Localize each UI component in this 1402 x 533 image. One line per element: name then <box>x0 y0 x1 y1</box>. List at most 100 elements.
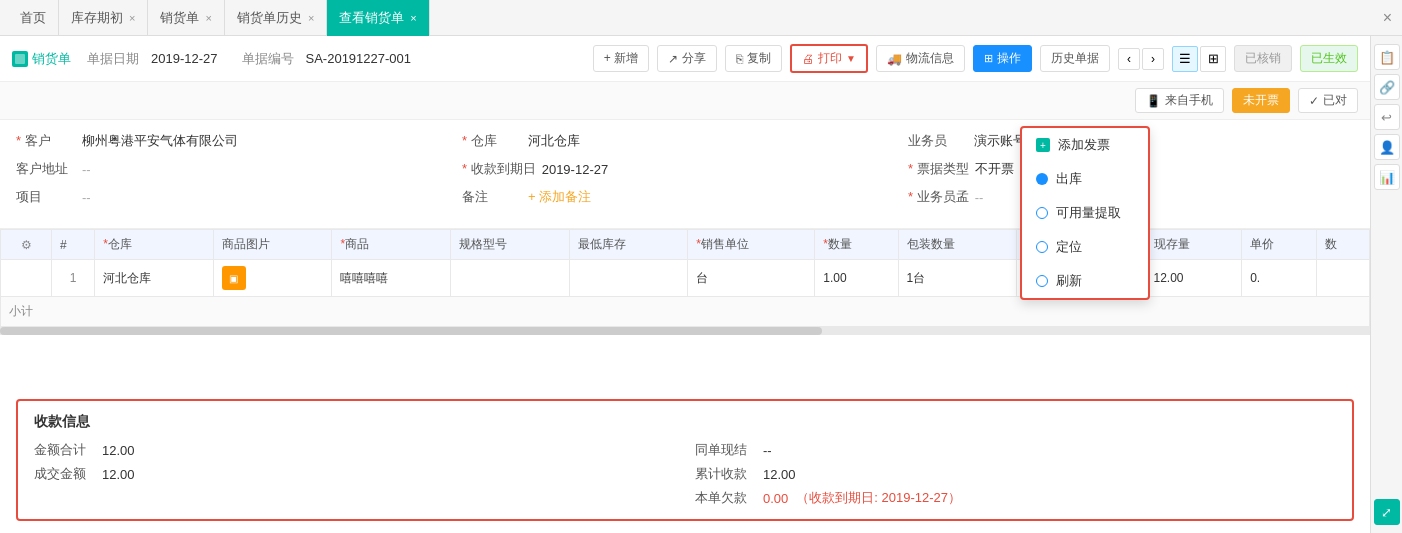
project-field: 项目 -- <box>16 188 462 206</box>
history-button[interactable]: 历史单据 <box>1040 45 1110 72</box>
row-more <box>1316 260 1369 297</box>
payment-title: 收款信息 <box>34 413 1336 431</box>
outbound-item[interactable]: 出库 <box>1022 162 1148 196</box>
sold-status-button[interactable]: 已核销 <box>1234 45 1292 72</box>
employee-value: 演示账号 <box>974 132 1026 150</box>
tab-bar: 首页 库存期初 × 销货单 × 销货单历史 × 查看销货单 × × <box>0 0 1402 36</box>
truck-icon: 🚚 <box>887 52 902 66</box>
not-opened-button[interactable]: 未开票 <box>1232 88 1290 113</box>
print-button[interactable]: 🖨 打印 ▼ <box>790 44 868 73</box>
copy-button[interactable]: ⎘ 复制 <box>725 45 782 72</box>
salesperson-value: -- <box>975 190 984 205</box>
outbound-icon <box>1036 173 1048 185</box>
close-view-sales-tab[interactable]: × <box>410 12 416 24</box>
form-row-1: 客户 柳州粤港平安气体有限公司 仓库 河北仓库 业务员 演示账号 <box>16 132 1354 150</box>
available-pickup-icon <box>1036 207 1048 219</box>
tab-view-sales[interactable]: 查看销货单 × <box>327 0 429 36</box>
available-pickup-item[interactable]: 可用量提取 <box>1022 196 1148 230</box>
payment-grid: 金额合计 12.00 同单现结 -- 成交金额 12.00 累计收款 12.00… <box>34 441 1336 507</box>
sidebar-icon-2[interactable]: 🔗 <box>1374 74 1400 100</box>
employee-label: 业务员 <box>908 132 968 150</box>
col-warehouse: *仓库 <box>95 230 214 260</box>
scrollbar-thumb[interactable] <box>0 327 822 335</box>
cumulative-value: 12.00 <box>763 467 796 482</box>
gear-header-icon[interactable]: ⚙ <box>21 238 32 252</box>
check-button[interactable]: ✓ 已对 <box>1298 88 1358 113</box>
close-sales-order-tab[interactable]: × <box>205 12 211 24</box>
svg-rect-0 <box>15 54 25 64</box>
toolbar-row: 📱 来自手机 未开票 ✓ 已对 <box>0 82 1370 120</box>
due-date-field: 收款到期日 2019-12-27 <box>462 160 908 178</box>
row-quantity: 1.00 <box>815 260 898 297</box>
cumulative-row: 累计收款 12.00 <box>695 465 1336 483</box>
col-image: 商品图片 <box>213 230 332 260</box>
nav-prev-button[interactable]: ‹ <box>1118 48 1140 70</box>
sales-table: ⚙ # *仓库 商品图片 *商品 规格型号 最低库存 *销售单位 *数量 包装数… <box>0 229 1370 327</box>
total-value: 12.00 <box>102 443 135 458</box>
row-gear <box>1 260 52 297</box>
table-section: ⚙ # *仓库 商品图片 *商品 规格型号 最低库存 *销售单位 *数量 包装数… <box>0 229 1370 387</box>
doc-type-icon <box>12 51 28 67</box>
form-row-3: 项目 -- 备注 + 添加备注 业务员孟 -- <box>16 188 1354 206</box>
row-price: 0. <box>1242 260 1317 297</box>
tab-inventory[interactable]: 库存期初 × <box>59 0 148 36</box>
row-package-qty: 1台 <box>898 260 1017 297</box>
sidebar-icon-5[interactable]: 📊 <box>1374 164 1400 190</box>
sidebar-icon-3[interactable]: ↩ <box>1374 104 1400 130</box>
doc-header: 销货单 单据日期 2019-12-27 单据编号 SA-20191227-001… <box>0 36 1370 82</box>
right-sidebar: 📋 🔗 ↩ 👤 📊 ⤢ <box>1370 36 1402 533</box>
nav-next-button[interactable]: › <box>1142 48 1164 70</box>
locate-item[interactable]: 定位 <box>1022 230 1148 264</box>
col-product: *商品 <box>332 230 451 260</box>
sidebar-icon-1[interactable]: 📋 <box>1374 44 1400 70</box>
row-warehouse: 河北仓库 <box>95 260 214 297</box>
refresh-item[interactable]: 刷新 <box>1022 264 1148 298</box>
address-label: 客户地址 <box>16 160 76 178</box>
col-unit: *销售单位 <box>688 230 815 260</box>
check-icon: ✓ <box>1309 94 1319 108</box>
project-value: -- <box>82 190 91 205</box>
transaction-row: 成交金额 12.00 <box>34 465 675 483</box>
customer-value: 柳州粤港平安气体有限公司 <box>82 132 238 150</box>
tab-home[interactable]: 首页 <box>8 0 59 36</box>
phone-icon: 📱 <box>1146 94 1161 108</box>
balance-note: （收款到期日: 2019-12-27） <box>796 489 961 507</box>
total-label: 金额合计 <box>34 441 94 459</box>
logistics-button[interactable]: 🚚 物流信息 <box>876 45 965 72</box>
view-list-button[interactable]: ☰ <box>1172 46 1198 72</box>
row-spec <box>451 260 570 297</box>
effective-status-button[interactable]: 已生效 <box>1300 45 1358 72</box>
transaction-value: 12.00 <box>102 467 135 482</box>
refresh-icon <box>1036 275 1048 287</box>
note-add-button[interactable]: + 添加备注 <box>528 188 591 206</box>
sidebar-icon-expand[interactable]: ⤢ <box>1374 499 1400 525</box>
settlement-row: 同单现结 -- <box>695 441 1336 459</box>
copy-icon: ⎘ <box>736 52 743 66</box>
tab-sales-order[interactable]: 销货单 × <box>148 0 224 36</box>
tab-sales-history[interactable]: 销货单历史 × <box>225 0 327 36</box>
locate-icon <box>1036 241 1048 253</box>
doc-type-label: 销货单 <box>12 50 71 68</box>
print-dropdown-arrow: ▼ <box>846 53 856 64</box>
note-field: 备注 + 添加备注 <box>462 188 908 206</box>
from-phone-button[interactable]: 📱 来自手机 <box>1135 88 1224 113</box>
close-inventory-tab[interactable]: × <box>129 12 135 24</box>
operations-button[interactable]: ⊞ 操作 <box>973 45 1032 72</box>
view-grid-button[interactable]: ⊞ <box>1200 46 1226 72</box>
close-window-button[interactable]: × <box>1383 9 1392 27</box>
horizontal-scrollbar[interactable] <box>0 327 1370 335</box>
salesperson-label: 业务员孟 <box>908 188 969 206</box>
share-button[interactable]: ↗ 分享 <box>657 45 717 72</box>
customer-label: 客户 <box>16 132 76 150</box>
row-min-stock <box>569 260 688 297</box>
total-row: 金额合计 12.00 <box>34 441 675 459</box>
ticket-type-value: 不开票 <box>975 160 1014 178</box>
close-sales-history-tab[interactable]: × <box>308 12 314 24</box>
sidebar-icon-4[interactable]: 👤 <box>1374 134 1400 160</box>
print-icon: 🖨 <box>802 52 814 66</box>
row-image: ▣ <box>213 260 332 297</box>
add-invoice-item[interactable]: + 添加发票 <box>1022 128 1148 162</box>
new-button[interactable]: + 新增 <box>593 45 649 72</box>
address-value: -- <box>82 162 91 177</box>
payment-section: 收款信息 金额合计 12.00 同单现结 -- 成交金额 12.00 累计收款 … <box>16 399 1354 521</box>
